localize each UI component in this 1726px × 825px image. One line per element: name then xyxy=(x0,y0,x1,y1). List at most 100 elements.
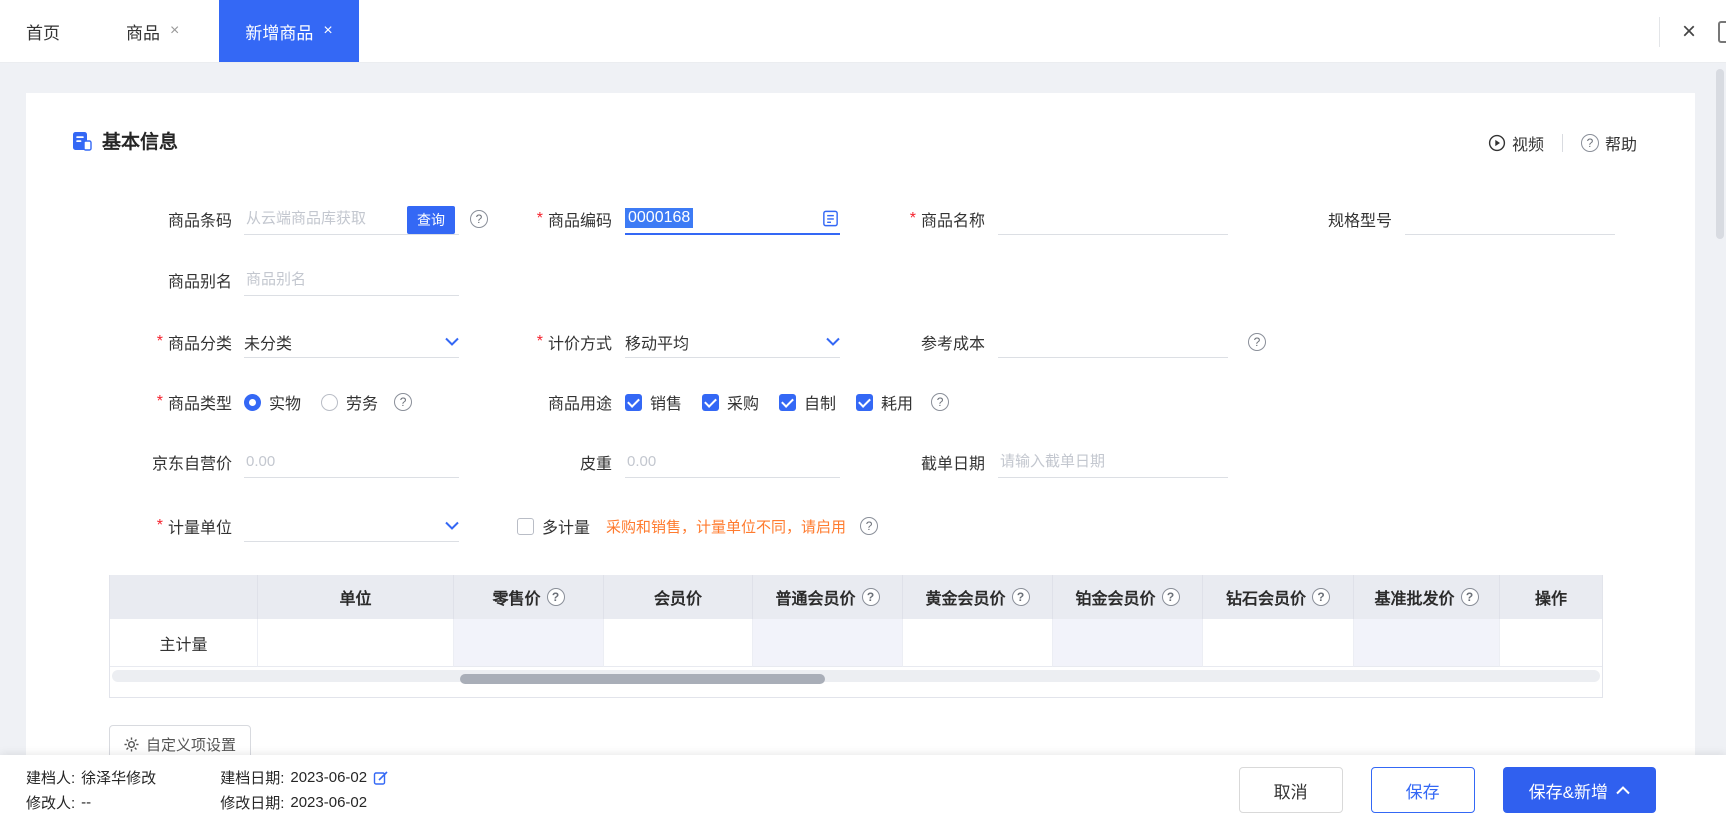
checkbox-label[interactable]: 自制 xyxy=(804,390,836,414)
help-icon[interactable] xyxy=(860,517,879,535)
modified-value: 2023-06-02 xyxy=(290,794,368,811)
cell-retail-price[interactable] xyxy=(454,619,604,667)
tab-new-product[interactable]: 新增商品 × xyxy=(219,0,359,62)
jd-price-field xyxy=(244,444,459,480)
divider xyxy=(1658,16,1660,47)
multi-unit-label[interactable]: 多计量 xyxy=(542,514,590,538)
type-label: 商品类型 xyxy=(26,384,232,420)
name-field xyxy=(998,201,1228,237)
section-title: 基本信息 xyxy=(102,132,179,153)
cell-base-wholesale-price[interactable] xyxy=(1354,619,1500,667)
code-value[interactable]: 0000168 xyxy=(625,208,694,228)
cell-platinum-member-price[interactable] xyxy=(1053,619,1203,667)
radio-unselected[interactable] xyxy=(321,393,339,411)
unit-select[interactable] xyxy=(244,510,459,542)
alias-input[interactable] xyxy=(244,264,459,296)
barcode-label: 商品条码 xyxy=(167,213,232,230)
custom-settings-label: 自定义项设置 xyxy=(146,737,237,754)
modified-label: 修改日期: xyxy=(220,795,285,812)
alias-label: 商品别名 xyxy=(167,274,232,291)
help-icon[interactable] xyxy=(546,588,565,606)
category-field: 未分类 xyxy=(244,324,459,360)
tab-bar: 首页 商品 × 新增商品 × × xyxy=(0,0,1726,63)
checkbox-unchecked[interactable] xyxy=(517,517,534,535)
cell-regular-member-price[interactable] xyxy=(753,619,903,667)
tab-home[interactable]: 首页 xyxy=(0,0,86,62)
ref-cost-input[interactable] xyxy=(998,326,1228,358)
th-diamond-member-price: 钻石会员价 xyxy=(1203,575,1354,619)
cell-gold-member-price[interactable] xyxy=(903,619,1053,667)
form-row-5: 京东自营价 皮重 截单日期 xyxy=(26,444,1695,480)
vscrollbar-thumb[interactable] xyxy=(1716,69,1724,239)
cell-member-price[interactable] xyxy=(604,619,753,667)
radio-label[interactable]: 实物 xyxy=(269,390,301,414)
checkbox-checked[interactable] xyxy=(856,393,874,411)
cutoff-date-input[interactable] xyxy=(998,446,1228,478)
save-and-new-button[interactable]: 保存&新增 xyxy=(1502,767,1656,813)
help-icon[interactable] xyxy=(1161,588,1180,606)
meta-dates: 建档日期: 2023-06-02 修改日期: 2023-06-02 xyxy=(220,767,389,813)
pricing-select[interactable]: 移动平均 xyxy=(625,326,840,358)
save-button[interactable]: 保存 xyxy=(1370,767,1475,813)
form-row-4: 商品类型 实物 劳务 商品用途 销售 采购 自制 耗用 xyxy=(26,384,1695,420)
radio-selected[interactable] xyxy=(244,393,261,411)
help-icon[interactable] xyxy=(394,393,413,411)
th-unit: 单位 xyxy=(258,575,454,619)
th-operation: 操作 xyxy=(1500,575,1602,619)
help-icon[interactable] xyxy=(1248,333,1266,351)
tab-product[interactable]: 商品 × xyxy=(100,0,205,62)
name-label: 商品名称 xyxy=(826,201,985,237)
checkbox-label[interactable]: 采购 xyxy=(727,390,759,414)
edit-icon[interactable] xyxy=(373,770,389,786)
cancel-button[interactable]: 取消 xyxy=(1238,767,1343,813)
checkbox-checked[interactable] xyxy=(702,393,720,411)
creator-value: 徐泽华修改 xyxy=(81,770,157,787)
radio-label[interactable]: 劳务 xyxy=(346,390,378,414)
cell-diamond-member-price[interactable] xyxy=(1203,619,1354,667)
cell-operation[interactable] xyxy=(1500,619,1602,667)
code-field[interactable]: 0000168 xyxy=(625,201,840,237)
form-icon xyxy=(73,131,92,151)
category-value: 未分类 xyxy=(244,335,293,353)
alias-field xyxy=(244,262,459,298)
spec-input[interactable] xyxy=(1405,203,1615,235)
video-label: 视频 xyxy=(1511,137,1544,154)
basic-info-card: 基本信息 视频 帮助 商品条码 xyxy=(26,93,1695,783)
name-input[interactable] xyxy=(998,203,1228,235)
type-radio-group: 实物 劳务 xyxy=(244,384,413,420)
help-icon[interactable] xyxy=(1011,588,1030,606)
chevron-up-icon xyxy=(1616,785,1630,794)
video-link[interactable]: 视频 xyxy=(1488,131,1544,155)
checkbox-label[interactable]: 销售 xyxy=(650,390,682,414)
hscrollbar-thumb[interactable] xyxy=(460,674,825,684)
help-icon[interactable] xyxy=(1460,588,1479,606)
vscrollbar-track[interactable] xyxy=(1716,69,1724,745)
checkbox-checked[interactable] xyxy=(779,393,797,411)
tab-close-icon[interactable]: × xyxy=(323,23,332,39)
gear-icon xyxy=(124,737,139,752)
help-icon[interactable] xyxy=(1312,588,1330,606)
footer-bar: 建档人: 徐泽华修改 修改人: -- 建档日期: 2023-06-02 修改日期… xyxy=(0,755,1726,825)
tab-close-icon[interactable]: × xyxy=(170,23,179,39)
hscrollbar-track[interactable] xyxy=(112,670,1600,684)
pricing-field: 移动平均 xyxy=(625,324,840,360)
category-label: 商品分类 xyxy=(26,324,232,360)
divider xyxy=(1561,134,1563,152)
table-row: 主计量 xyxy=(110,619,1602,667)
category-select[interactable]: 未分类 xyxy=(244,326,459,358)
help-icon[interactable] xyxy=(931,393,950,411)
help-icon[interactable] xyxy=(861,588,880,606)
close-icon[interactable]: × xyxy=(1682,19,1696,44)
help-link[interactable]: 帮助 xyxy=(1580,131,1637,155)
form-row-1: 商品条码 查询 商品编码 0000168 xyxy=(26,201,1695,237)
table-scroll-area xyxy=(110,667,1602,697)
cell-unit[interactable] xyxy=(258,619,454,667)
checkbox-label[interactable]: 耗用 xyxy=(881,390,913,414)
main-content: 基本信息 视频 帮助 商品条码 xyxy=(0,63,1726,825)
th-member-price: 会员价 xyxy=(604,575,753,619)
usage-label: 商品用途 xyxy=(547,396,612,413)
window-restore-icon[interactable] xyxy=(1718,20,1726,43)
tare-input[interactable] xyxy=(625,446,840,478)
checkbox-checked[interactable] xyxy=(625,393,642,411)
jd-price-input[interactable] xyxy=(244,446,459,478)
